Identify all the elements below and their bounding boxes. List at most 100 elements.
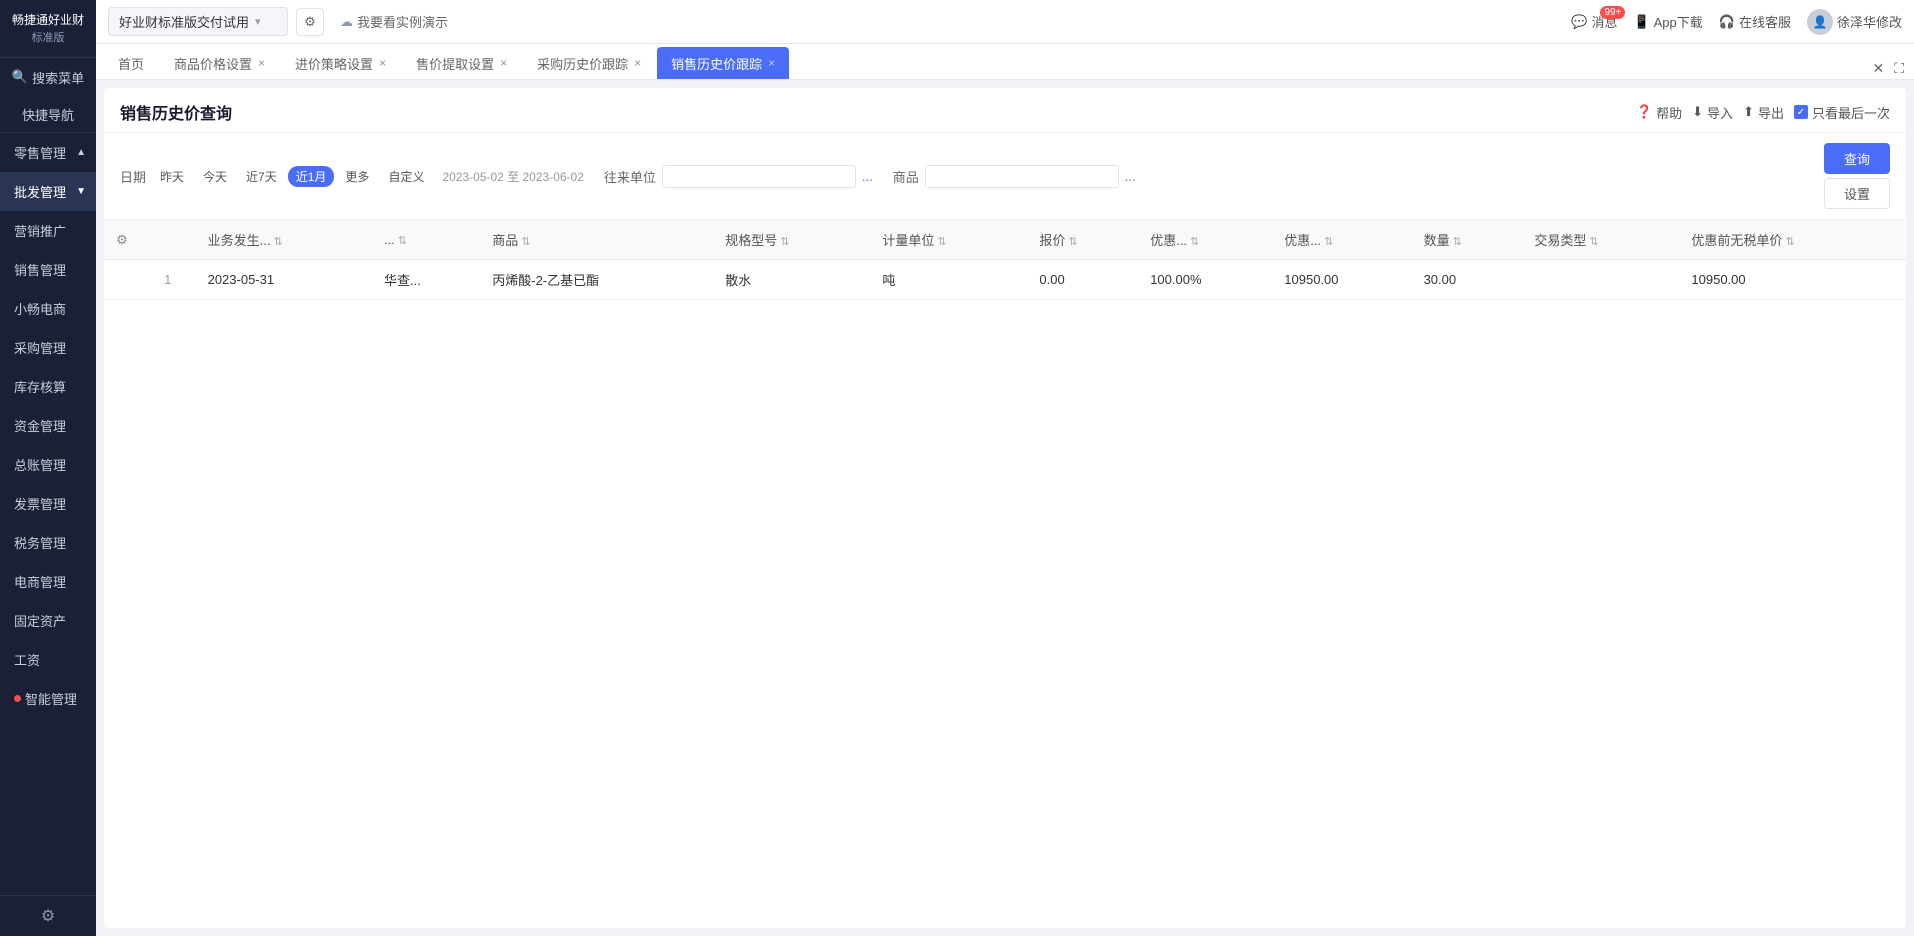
tab-close-4[interactable]: ×	[634, 56, 641, 70]
tab-close-1[interactable]: ×	[258, 56, 265, 70]
from-unit-input[interactable]	[662, 165, 856, 188]
help-button[interactable]: ❓ 帮助	[1636, 103, 1682, 122]
filter-action-buttons: 查询 设置	[1824, 143, 1890, 209]
sidebar-item-label-7: 资金管理	[14, 416, 86, 435]
avatar: 👤	[1807, 9, 1833, 35]
th-index	[140, 220, 196, 260]
sidebar-item-7[interactable]: 资金管理	[0, 406, 96, 445]
th-trade_type[interactable]: 交易类型⇅	[1522, 220, 1679, 260]
sort-icon-discount_amt: ⇅	[1324, 236, 1333, 248]
close-tab-button[interactable]: ✕	[1870, 58, 1886, 79]
sidebar-item-4[interactable]: 小畅电商	[0, 289, 96, 328]
th-label-product: 商品	[492, 233, 518, 248]
date-btn-3[interactable]: 近1月	[288, 166, 335, 187]
maximize-tab-button[interactable]: ⛶	[1892, 58, 1906, 79]
date-btn-2[interactable]: 近7天	[238, 166, 285, 187]
online-service-button[interactable]: 🎧 在线客服	[1719, 12, 1791, 31]
app-download-button[interactable]: 📱 App下载	[1633, 12, 1702, 31]
tab-1[interactable]: 商品价格设置 ×	[160, 47, 279, 79]
product-more-button[interactable]: ...	[1125, 169, 1136, 184]
sidebar-item-11[interactable]: 电商管理	[0, 562, 96, 601]
th-discount_pct[interactable]: 优惠...⇅	[1138, 220, 1272, 260]
th-spec[interactable]: 规格型号⇅	[713, 220, 870, 260]
from-unit-more-button[interactable]: ...	[862, 169, 873, 184]
import-button[interactable]: ⬇ 导入	[1692, 103, 1733, 122]
import-icon: ⬇	[1692, 104, 1703, 120]
sidebar-item-label-5: 采购管理	[14, 338, 86, 357]
date-btn-4[interactable]: 更多	[337, 166, 377, 187]
sidebar-item-10[interactable]: 税务管理	[0, 523, 96, 562]
query-button[interactable]: 查询	[1824, 143, 1890, 174]
filter-settings-button[interactable]: 设置	[1824, 178, 1890, 209]
sidebar-item-0[interactable]: 零售管理▲	[0, 133, 96, 172]
from-unit-label: 往来单位	[604, 167, 656, 186]
sidebar-item-8[interactable]: 总账管理	[0, 445, 96, 484]
sidebar-logo: 畅捷通好业财 标准版	[0, 0, 96, 58]
tab-label-4: 采购历史价跟踪	[537, 54, 628, 73]
logo-text-line2: 标准版	[32, 29, 65, 45]
td-product-0: 丙烯酸-2-乙基已酯	[480, 260, 713, 300]
sidebar-search[interactable]: 🔍 搜索菜单	[0, 58, 96, 97]
sidebar-item-13[interactable]: 工资	[0, 640, 96, 679]
th-pretax_price[interactable]: 优惠前无税单价⇅	[1679, 220, 1906, 260]
tab-2[interactable]: 进价策略设置×	[281, 47, 400, 79]
date-buttons: 昨天今天近7天近1月更多自定义	[152, 166, 432, 187]
user-profile-button[interactable]: 👤 徐泽华修改	[1807, 9, 1902, 35]
td-biz_date-0: 2023-05-31	[196, 260, 372, 300]
messages-badge: 99+	[1600, 6, 1625, 19]
table-settings-icon[interactable]: ⚙	[116, 232, 128, 247]
sidebar-settings[interactable]: ⚙	[0, 895, 96, 936]
date-btn-1[interactable]: 今天	[195, 166, 235, 187]
sidebar-item-6[interactable]: 库存核算	[0, 367, 96, 406]
date-btn-5[interactable]: 自定义	[380, 166, 432, 187]
sidebar-item-5[interactable]: 采购管理	[0, 328, 96, 367]
sort-icon-biz_date: ⇅	[273, 236, 282, 248]
tab-5[interactable]: 销售历史价跟踪×	[657, 47, 789, 79]
messages-button[interactable]: 💬 消息 99+	[1571, 12, 1617, 31]
sidebar-item-label-8: 总账管理	[14, 455, 86, 474]
tab-4[interactable]: 采购历史价跟踪 ×	[523, 47, 655, 79]
sidebar-quick-nav[interactable]: 快捷导航	[0, 97, 96, 133]
product-input[interactable]	[925, 165, 1119, 188]
tab-close-5[interactable]: ×	[768, 56, 775, 70]
th-biz_date[interactable]: 业务发生...⇅	[196, 220, 372, 260]
sidebar-item-label-0: 零售管理	[14, 143, 76, 162]
topbar-settings-button[interactable]: ⚙	[296, 8, 324, 36]
td-discount_amt-0: 10950.00	[1272, 260, 1411, 300]
th-discount_amt[interactable]: 优惠...⇅	[1272, 220, 1411, 260]
export-button[interactable]: ⬆ 导出	[1743, 103, 1784, 122]
date-btn-0[interactable]: 昨天	[152, 166, 192, 187]
demo-link[interactable]: ☁ 我要看实例演示	[332, 8, 456, 35]
from-unit-filter-group: 往来单位 ...	[604, 165, 873, 188]
sidebar-item-label-3: 销售管理	[14, 260, 86, 279]
sidebar-item-9[interactable]: 发票管理	[0, 484, 96, 523]
th-product[interactable]: 商品⇅	[480, 220, 713, 260]
td-index-0: 1	[140, 260, 196, 300]
th-qty[interactable]: 数量⇅	[1412, 220, 1523, 260]
sidebar-item-2[interactable]: 营销推广	[0, 211, 96, 250]
sort-icon-spec: ⇅	[780, 236, 789, 248]
product-text-input[interactable]	[934, 169, 1110, 184]
sidebar-item-1[interactable]: 批发管理▼	[0, 172, 96, 211]
page-actions: ❓ 帮助 ⬇ 导入 ⬆ 导出 ✓ 只看最后一次	[1636, 103, 1890, 122]
sidebar-item-14[interactable]: 智能管理	[0, 679, 96, 718]
tab-0[interactable]: 首页	[104, 47, 158, 79]
th-unit[interactable]: 计量单位⇅	[870, 220, 1027, 260]
th-extra[interactable]: ...⇅	[372, 220, 480, 260]
from-unit-text-input[interactable]	[671, 169, 847, 184]
sidebar-item-3[interactable]: 销售管理	[0, 250, 96, 289]
sidebar-item-12[interactable]: 固定资产	[0, 601, 96, 640]
th-label-extra: ...	[384, 232, 395, 247]
only-last-checkbox[interactable]: ✓ 只看最后一次	[1794, 103, 1890, 122]
table-row[interactable]: 12023-05-31华查...丙烯酸-2-乙基已酯散水吨0.00100.00%…	[104, 260, 1906, 300]
th-label-trade_type: 交易类型	[1534, 233, 1586, 248]
th-price[interactable]: 报价⇅	[1027, 220, 1138, 260]
app-selector[interactable]: 好业财标准版交付试用 ▾	[108, 7, 288, 36]
tab-close-2[interactable]: ×	[379, 56, 386, 70]
tab-label-1: 商品价格设置	[174, 54, 252, 73]
tab-3[interactable]: 售价提取设置×	[402, 47, 521, 79]
th-label-pretax_price: 优惠前无税单价	[1691, 233, 1782, 248]
demo-text: 我要看实例演示	[357, 12, 448, 31]
tab-close-3[interactable]: ×	[500, 56, 507, 70]
td-gear-0	[104, 260, 140, 300]
